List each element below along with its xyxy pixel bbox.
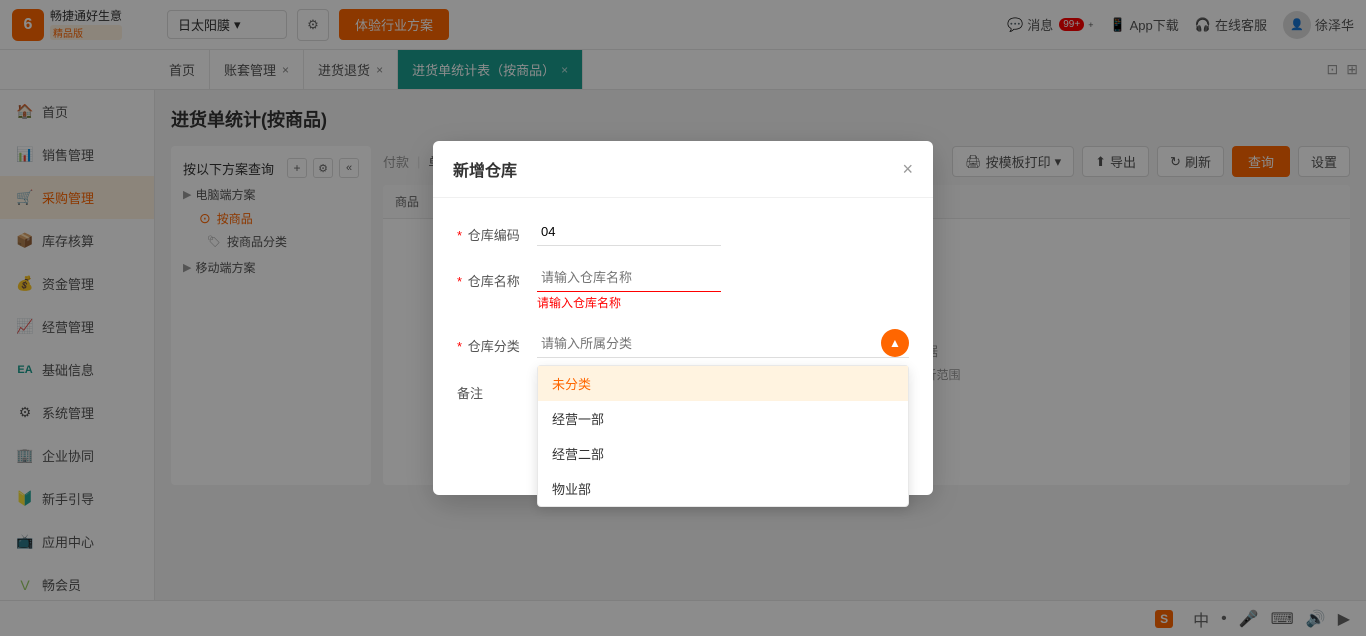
add-warehouse-modal: 新增仓库 × * 仓库编码 * 仓库名称 — [433, 141, 933, 495]
modal-overlay: 新增仓库 × * 仓库编码 * 仓库名称 — [0, 0, 1366, 636]
warehouse-category-wrap: ▲ 未分类 经营一部 经营二部 物业部 — [537, 329, 909, 358]
warehouse-category-label: * 仓库分类 — [457, 329, 537, 355]
category-option-dept2[interactable]: 经营二部 — [538, 436, 908, 471]
modal-header: 新增仓库 × — [433, 141, 933, 198]
warehouse-code-label: * 仓库编码 — [457, 218, 537, 244]
modal-close-button[interactable]: × — [902, 159, 913, 180]
required-marker-2: * — [457, 274, 462, 289]
category-dropdown-list: 未分类 经营一部 经营二部 物业部 — [537, 365, 909, 507]
modal-title: 新增仓库 — [453, 157, 517, 181]
dropdown-toggle-button[interactable]: ▲ — [881, 329, 909, 357]
warehouse-code-wrap — [537, 218, 909, 246]
warehouse-name-row: * 仓库名称 请输入仓库名称 — [457, 264, 909, 311]
warehouse-name-input[interactable] — [537, 264, 721, 292]
dropdown-input-row: ▲ — [537, 329, 909, 358]
warehouse-code-row: * 仓库编码 — [457, 218, 909, 246]
chevron-up-icon: ▲ — [889, 336, 901, 350]
modal-body: * 仓库编码 * 仓库名称 请输入仓库名称 — [433, 198, 933, 432]
required-marker-3: * — [457, 339, 462, 354]
warehouse-name-label: * 仓库名称 — [457, 264, 537, 290]
warehouse-code-input[interactable] — [537, 218, 721, 246]
warehouse-name-wrap: 请输入仓库名称 — [537, 264, 909, 311]
required-marker: * — [457, 228, 462, 243]
category-option-property[interactable]: 物业部 — [538, 471, 908, 506]
category-option-dept1[interactable]: 经营一部 — [538, 401, 908, 436]
warehouse-category-input[interactable] — [537, 330, 881, 357]
warehouse-note-label: 备注 — [457, 376, 537, 402]
warehouse-category-row: * 仓库分类 ▲ 未分类 经营一部 经营二部 物业部 — [457, 329, 909, 358]
category-option-none[interactable]: 未分类 — [538, 366, 908, 401]
warehouse-name-error: 请输入仓库名称 — [537, 294, 909, 311]
